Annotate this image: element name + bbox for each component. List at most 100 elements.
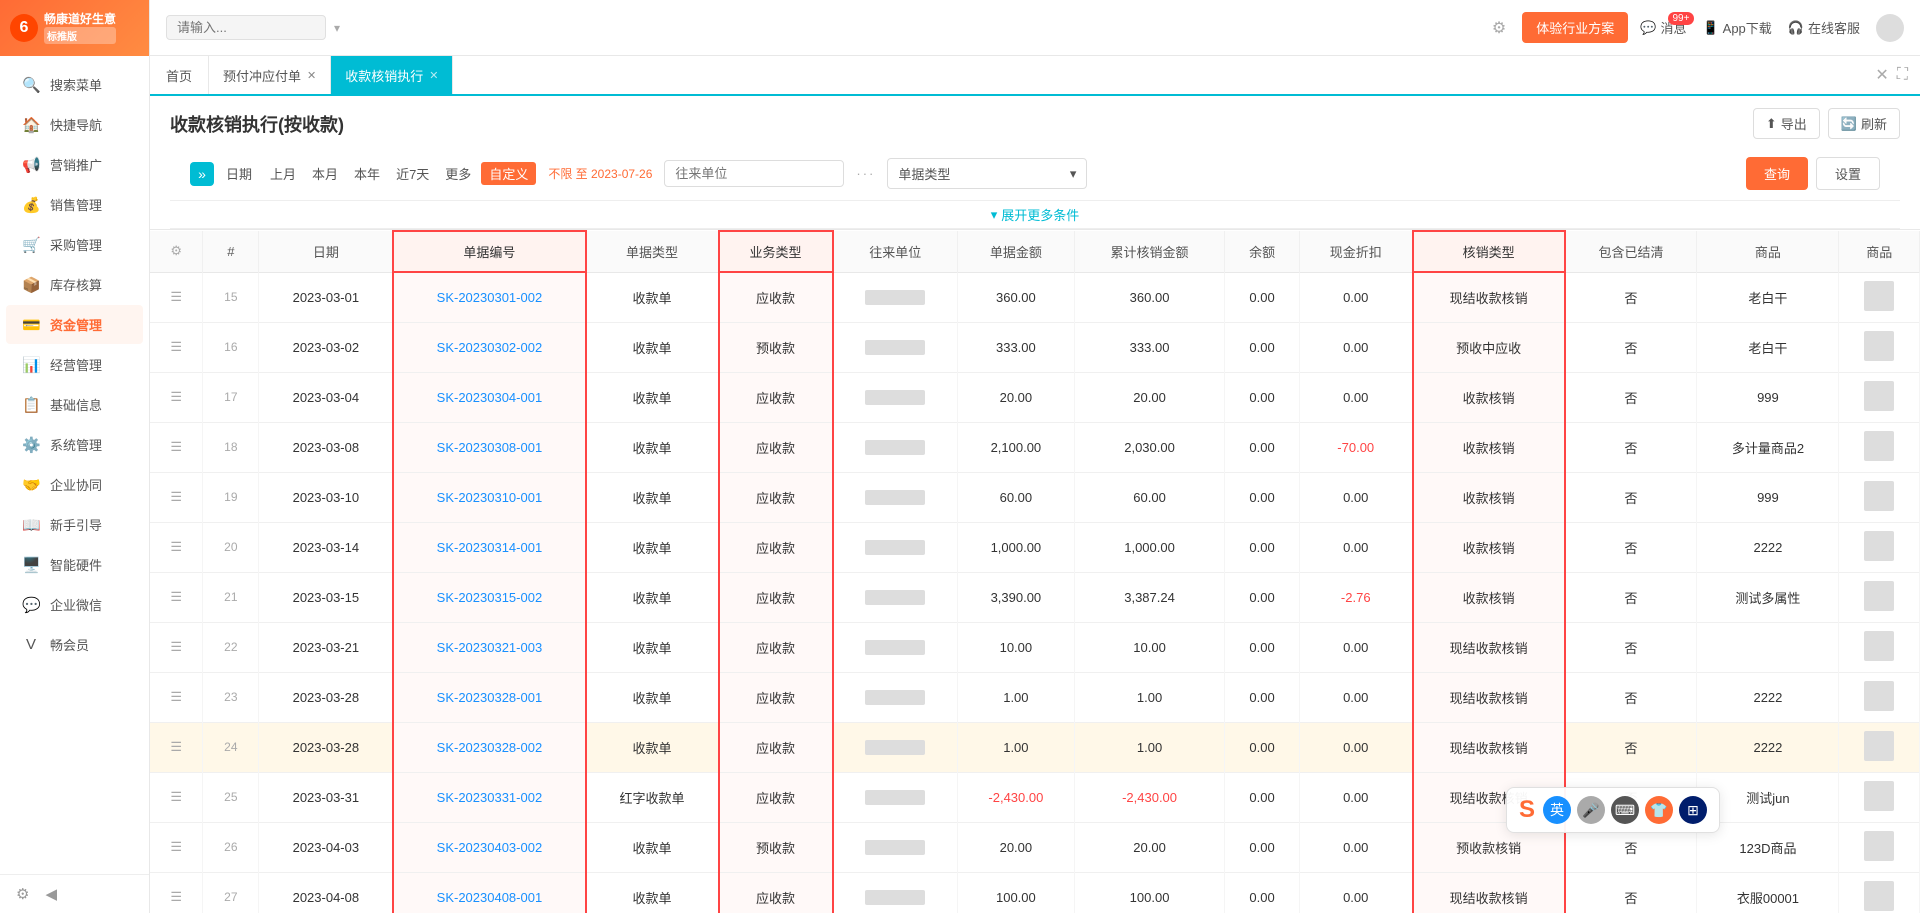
app-download-btn[interactable]: 📱 App下载 [1702,18,1771,37]
topbar: ▾ ⚙ 体验行业方案 💬 消息 99+ 📱 App下载 🎧 在线客服 [150,0,1920,56]
tab-home[interactable]: 首页 [150,56,209,94]
date-custom-btn[interactable]: 自定义 [481,162,536,185]
table-row[interactable]: ☰ 15 2023-03-01 SK-20230301-002 收款单 应收款 … [150,272,1920,322]
sidebar-item-hardware[interactable]: 🖥️ 智能硬件 [6,545,143,584]
date-last-month-btn[interactable]: 上月 [264,161,302,186]
export-btn[interactable]: ⬆ 导出 [1753,108,1820,139]
row-biztype: 预收款 [719,822,833,872]
topbar-gear-icon[interactable]: ⚙ [1488,14,1510,42]
messages-btn[interactable]: 💬 消息 99+ [1640,18,1686,37]
sidebar-item-operations[interactable]: 📊 经营管理 [6,345,143,384]
sidebar-item-enterprise[interactable]: 🤝 企业协同 [6,465,143,504]
row-settings[interactable]: ☰ [150,672,203,722]
table-row[interactable]: ☰ 18 2023-03-08 SK-20230308-001 收款单 应收款 … [150,422,1920,472]
sidebar-item-search[interactable]: 🔍 搜索菜单 [6,65,143,104]
date-this-month-btn[interactable]: 本月 [306,161,344,186]
row-docno[interactable]: SK-20230301-002 [393,272,585,322]
industry-btn[interactable]: 体验行业方案 [1522,12,1628,43]
col-header-verified[interactable]: 累计核销金额 [1074,231,1225,272]
col-header-doctype[interactable]: 单据类型 [586,231,719,272]
sidebar-item-quicknav[interactable]: 🏠 快捷导航 [6,105,143,144]
row-settings[interactable]: ☰ [150,772,203,822]
row-settings[interactable]: ☰ [150,622,203,672]
sidebar-item-marketing[interactable]: 📢 营销推广 [6,145,143,184]
row-settings[interactable]: ☰ [150,872,203,913]
expand-conditions-btn[interactable]: ▾ 展开更多条件 [991,205,1080,224]
settings-icon[interactable]: ⚙ [16,885,29,903]
table-row[interactable]: ☰ 19 2023-03-10 SK-20230310-001 收款单 应收款 … [150,472,1920,522]
sidebar-item-basic[interactable]: 📋 基础信息 [6,385,143,424]
sidebar-item-system[interactable]: ⚙️ 系统管理 [6,425,143,464]
sidebar-item-purchase[interactable]: 🛒 采购管理 [6,225,143,264]
row-settings[interactable]: ☰ [150,322,203,372]
col-header-verifytype[interactable]: 核销类型 [1413,231,1565,272]
table-row[interactable]: ☰ 27 2023-04-08 SK-20230408-001 收款单 应收款 … [150,872,1920,913]
row-settings[interactable]: ☰ [150,372,203,422]
row-docno[interactable]: SK-20230328-001 [393,672,585,722]
col-header-goods[interactable]: 商品 [1697,231,1839,272]
sidebar-item-wechat[interactable]: 💬 企业微信 [6,585,143,624]
col-header-docno[interactable]: 单据编号 [393,231,585,272]
table-row[interactable]: ☰ 17 2023-03-04 SK-20230304-001 收款单 应收款 … [150,372,1920,422]
row-docno[interactable]: SK-20230310-001 [393,472,585,522]
table-row[interactable]: ☰ 21 2023-03-15 SK-20230315-002 收款单 应收款 … [150,572,1920,622]
table-row[interactable]: ☰ 20 2023-03-14 SK-20230314-001 收款单 应收款 … [150,522,1920,572]
col-header-discount[interactable]: 现金折扣 [1299,231,1412,272]
refresh-btn[interactable]: 🔄 刷新 [1828,108,1900,139]
tab-close-prepay-icon[interactable]: ✕ [307,69,316,82]
date-more-btn[interactable]: 更多 [439,161,477,186]
sidebar-item-sales[interactable]: 💰 销售管理 [6,185,143,224]
tab-close-all-icon[interactable]: ✕ [1875,65,1888,85]
table-row[interactable]: ☰ 23 2023-03-28 SK-20230328-001 收款单 应收款 … [150,672,1920,722]
collapse-icon[interactable]: ◀ [45,885,57,903]
tab-expand-icon[interactable]: ⛶ [1897,66,1908,84]
row-docno[interactable]: SK-20230302-002 [393,322,585,372]
tab-verify[interactable]: 收款核销执行 ✕ [331,56,453,94]
col-header-balance[interactable]: 余额 [1225,231,1300,272]
row-docno[interactable]: SK-20230315-002 [393,572,585,622]
tab-prepay[interactable]: 预付冲应付单 ✕ [209,56,331,94]
row-docno[interactable]: SK-20230331-002 [393,772,585,822]
date-this-year-btn[interactable]: 本年 [348,161,386,186]
row-docno[interactable]: SK-20230328-002 [393,722,585,772]
row-docno[interactable]: SK-20230304-001 [393,372,585,422]
date-last-7days-btn[interactable]: 近7天 [390,161,435,186]
col-header-goods2[interactable]: 商品 [1839,231,1920,272]
sidebar-item-inventory[interactable]: 📦 库存核算 [6,265,143,304]
doc-type-select[interactable]: 单据类型 ▾ [887,158,1087,189]
sidebar-item-vip[interactable]: V 畅会员 [6,625,143,664]
col-header-settings[interactable]: ⚙ [150,231,203,272]
row-docno[interactable]: SK-20230308-001 [393,422,585,472]
col-header-biztype[interactable]: 业务类型 [719,231,833,272]
user-avatar[interactable] [1876,14,1904,42]
row-docno[interactable]: SK-20230314-001 [393,522,585,572]
col-header-amount[interactable]: 单据金额 [957,231,1074,272]
counterparty-input[interactable] [664,160,844,187]
query-btn[interactable]: 查询 [1746,157,1808,190]
row-docno[interactable]: SK-20230321-003 [393,622,585,672]
row-settings[interactable]: ☰ [150,272,203,322]
search-input[interactable] [166,15,326,40]
row-settings[interactable]: ☰ [150,722,203,772]
col-header-counterparty[interactable]: 往来单位 [833,231,958,272]
sidebar-item-finance[interactable]: 💳 资金管理 [6,305,143,344]
table-row[interactable]: ☰ 16 2023-03-02 SK-20230302-002 收款单 预收款 … [150,322,1920,372]
sidebar-item-guide[interactable]: 📖 新手引导 [6,505,143,544]
row-settings[interactable]: ☰ [150,472,203,522]
row-settings[interactable]: ☰ [150,422,203,472]
row-verifytype: 收款核销 [1413,422,1565,472]
row-settings[interactable]: ☰ [150,572,203,622]
table-row[interactable]: ☰ 24 2023-03-28 SK-20230328-002 收款单 应收款 … [150,722,1920,772]
row-settings[interactable]: ☰ [150,522,203,572]
filter-toggle-btn[interactable]: » [190,162,214,186]
col-header-settled[interactable]: 包含已结清 [1565,231,1697,272]
chart-icon: 📊 [22,356,40,374]
row-docno[interactable]: SK-20230408-001 [393,872,585,913]
row-settings[interactable]: ☰ [150,822,203,872]
col-header-date[interactable]: 日期 [259,231,393,272]
online-service-btn[interactable]: 🎧 在线客服 [1788,18,1860,37]
table-row[interactable]: ☰ 22 2023-03-21 SK-20230321-003 收款单 应收款 … [150,622,1920,672]
filter-settings-btn[interactable]: 设置 [1816,157,1880,190]
tab-close-verify-icon[interactable]: ✕ [429,69,438,82]
row-docno[interactable]: SK-20230403-002 [393,822,585,872]
